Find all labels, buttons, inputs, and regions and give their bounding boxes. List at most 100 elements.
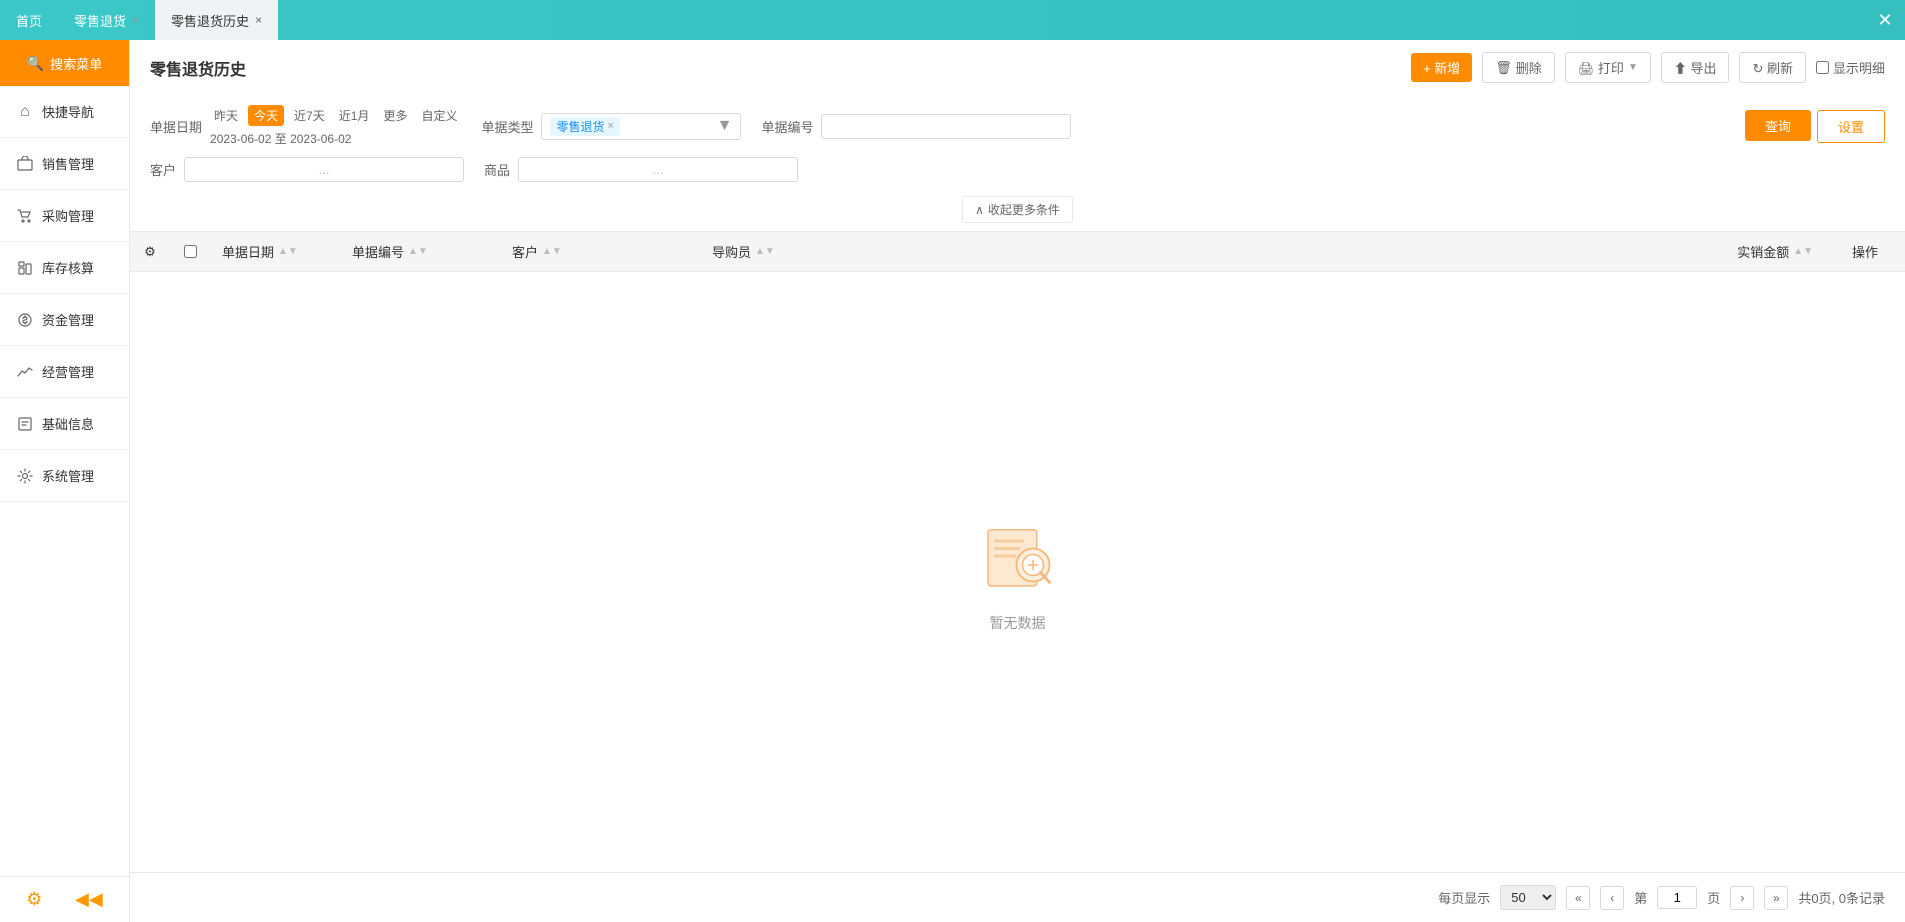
sidebar-item-inventory[interactable]: 库存核算 [0,242,129,294]
refresh-button[interactable]: ↻ 刷新 [1739,52,1806,83]
total-info: 共0页, 0条记录 [1798,888,1885,907]
date-option-7days[interactable]: 近7天 [290,105,329,126]
empty-state-icon [973,511,1063,601]
collapse-filter-button[interactable]: ∧ 收起更多条件 [962,196,1073,223]
number-filter-label: 单据编号 [761,117,813,136]
select-all-checkbox[interactable] [184,245,197,258]
amount-sort-icon: ▲▼ [1793,247,1813,257]
customer-filter-label: 客户 [150,160,176,179]
window-close-button[interactable]: ✕ [1865,0,1905,40]
first-page-button[interactable]: « [1566,886,1590,910]
th-guide-label: 导购员 [712,242,751,261]
th-checkbox[interactable] [170,245,210,258]
type-filter-label: 单据类型 [481,117,533,136]
nav-item-label: 基础信息 [42,414,94,433]
delete-icon: 🗑 [1495,60,1512,76]
home-icon: ⌂ [16,103,34,121]
per-page-select[interactable]: 50 10 20 100 [1500,885,1556,910]
settings-button[interactable]: 设置 [1817,110,1885,143]
last-page-button[interactable]: » [1764,886,1788,910]
date-option-custom[interactable]: 自定义 [417,105,461,126]
inventory-icon [16,259,34,277]
collapse-up-icon: ∧ [975,203,984,217]
content-area: 零售退货历史 + 新增 🗑 🗑 删除 删除 🖨 打印 ▼ ⬆ 导出 [130,40,1905,922]
tab-retail-return-label: 零售退货 [74,11,126,30]
type-chevron-icon: ▼ [717,117,733,135]
display-detail-input[interactable] [1816,61,1829,74]
type-filter-box[interactable]: 零售退货 × ▼ [541,113,741,140]
sidebar-item-operations[interactable]: 经营管理 [0,346,129,398]
th-date-label: 单据日期 [222,242,274,261]
number-sort-icon: ▲▼ [408,247,428,257]
nav-item-label: 资金管理 [42,310,94,329]
sidebar: 🔍 搜索菜单 ⌂ 快捷导航 销售管理 [0,40,130,922]
display-detail-checkbox[interactable]: 显示明细 [1816,58,1885,77]
th-amount-label: 实销金额 [1737,242,1789,261]
next-page-button[interactable]: › [1730,886,1754,910]
page-label: 第 [1634,888,1647,907]
page-header: 零售退货历史 + 新增 🗑 🗑 删除 删除 🖨 打印 ▼ ⬆ 导出 [130,40,1905,232]
sidebar-item-sales[interactable]: 销售管理 [0,138,129,190]
type-tag-close[interactable]: × [607,120,613,132]
th-customer-label: 客户 [512,242,538,261]
th-settings[interactable]: ⚙ [130,244,170,260]
th-date[interactable]: 单据日期 ▲▼ [210,242,340,261]
pagination-bar: 每页显示 50 10 20 100 « ‹ 第 页 › » 共0页, 0条记录 [130,872,1905,922]
date-sort-icon: ▲▼ [278,247,298,257]
date-option-yesterday[interactable]: 昨天 [210,105,242,126]
delete-button[interactable]: 🗑 🗑 删除 删除 [1482,52,1555,83]
empty-state: 暂无数据 [130,272,1905,872]
page-title-row: 零售退货历史 + 新增 🗑 🗑 删除 删除 🖨 打印 ▼ ⬆ 导出 [150,52,1885,83]
date-option-1month[interactable]: 近1月 [335,105,374,126]
tab-retail-return[interactable]: 零售退货 × [58,0,155,40]
sidebar-item-finance[interactable]: 资金管理 [0,294,129,346]
print-button[interactable]: 🖨 打印 ▼ [1565,52,1651,83]
page-number-input[interactable] [1657,886,1697,909]
date-options-group: 昨天 今天 近7天 近1月 更多 自定义 [210,105,461,126]
new-button[interactable]: + 新增 [1411,53,1472,82]
sidebar-item-quick-nav[interactable]: ⌂ 快捷导航 [0,86,129,138]
sales-icon [16,155,34,173]
customer-filter-input[interactable]: ... [184,157,464,182]
per-page-label: 每页显示 [1438,888,1490,907]
sidebar-item-base-info[interactable]: 基础信息 [0,398,129,450]
operations-icon [16,363,34,381]
tab-retail-return-history-close[interactable]: × [255,13,262,27]
sidebar-item-system[interactable]: 系统管理 [0,450,129,502]
nav-item-label: 销售管理 [42,154,94,173]
filter-date: 单据日期 昨天 今天 近7天 近1月 更多 自定义 2023-06-02 至 2… [150,105,461,147]
sidebar-search[interactable]: 🔍 搜索菜单 [0,40,129,86]
goods-filter-input[interactable]: ... [518,157,798,182]
filter-type: 单据类型 零售退货 × ▼ [481,113,741,140]
tab-retail-return-close[interactable]: × [132,13,139,27]
purchase-icon [16,207,34,225]
toolbar-actions: + 新增 🗑 🗑 删除 删除 🖨 打印 ▼ ⬆ 导出 ↻ 刷新 [1411,52,1885,83]
th-number-label: 单据编号 [352,242,404,261]
display-detail-label: 显示明细 [1833,58,1885,77]
speaker-footer-icon[interactable]: ◀◀ [75,889,103,910]
th-number[interactable]: 单据编号 ▲▼ [340,242,500,261]
filter-number: 单据编号 [761,114,1071,139]
th-customer[interactable]: 客户 ▲▼ [500,242,700,261]
number-filter-input[interactable] [821,114,1071,139]
settings-col-icon: ⚙ [144,244,156,260]
filter-customer: 客户 ... [150,157,464,182]
export-button[interactable]: ⬆ 导出 [1661,52,1730,83]
th-action-label: 操作 [1852,242,1878,261]
filter-area: 单据日期 昨天 今天 近7天 近1月 更多 自定义 2023-06-02 至 2… [150,95,1885,231]
customer-placeholder: ... [319,162,330,177]
th-guide[interactable]: 导购员 ▲▼ [700,242,1705,261]
date-option-more[interactable]: 更多 [379,105,411,126]
query-button[interactable]: 查询 [1745,110,1811,141]
gear-footer-icon[interactable]: ⚙ [26,889,42,910]
main-layout: 🔍 搜索菜单 ⌂ 快捷导航 销售管理 [0,40,1905,922]
sidebar-item-purchase[interactable]: 采购管理 [0,190,129,242]
tab-home[interactable]: 首页 [0,0,58,40]
page-title: 零售退货历史 [150,56,246,80]
sidebar-footer: ⚙ ◀◀ [0,876,129,922]
prev-page-button[interactable]: ‹ [1600,886,1624,910]
date-option-today[interactable]: 今天 [248,105,284,126]
tab-retail-return-history[interactable]: 零售退货历史 × [155,0,278,40]
table-container: ⚙ 单据日期 ▲▼ 单据编号 ▲▼ 客户 ▲▼ 导购员 [130,232,1905,872]
th-amount[interactable]: 实销金额 ▲▼ [1705,242,1825,261]
